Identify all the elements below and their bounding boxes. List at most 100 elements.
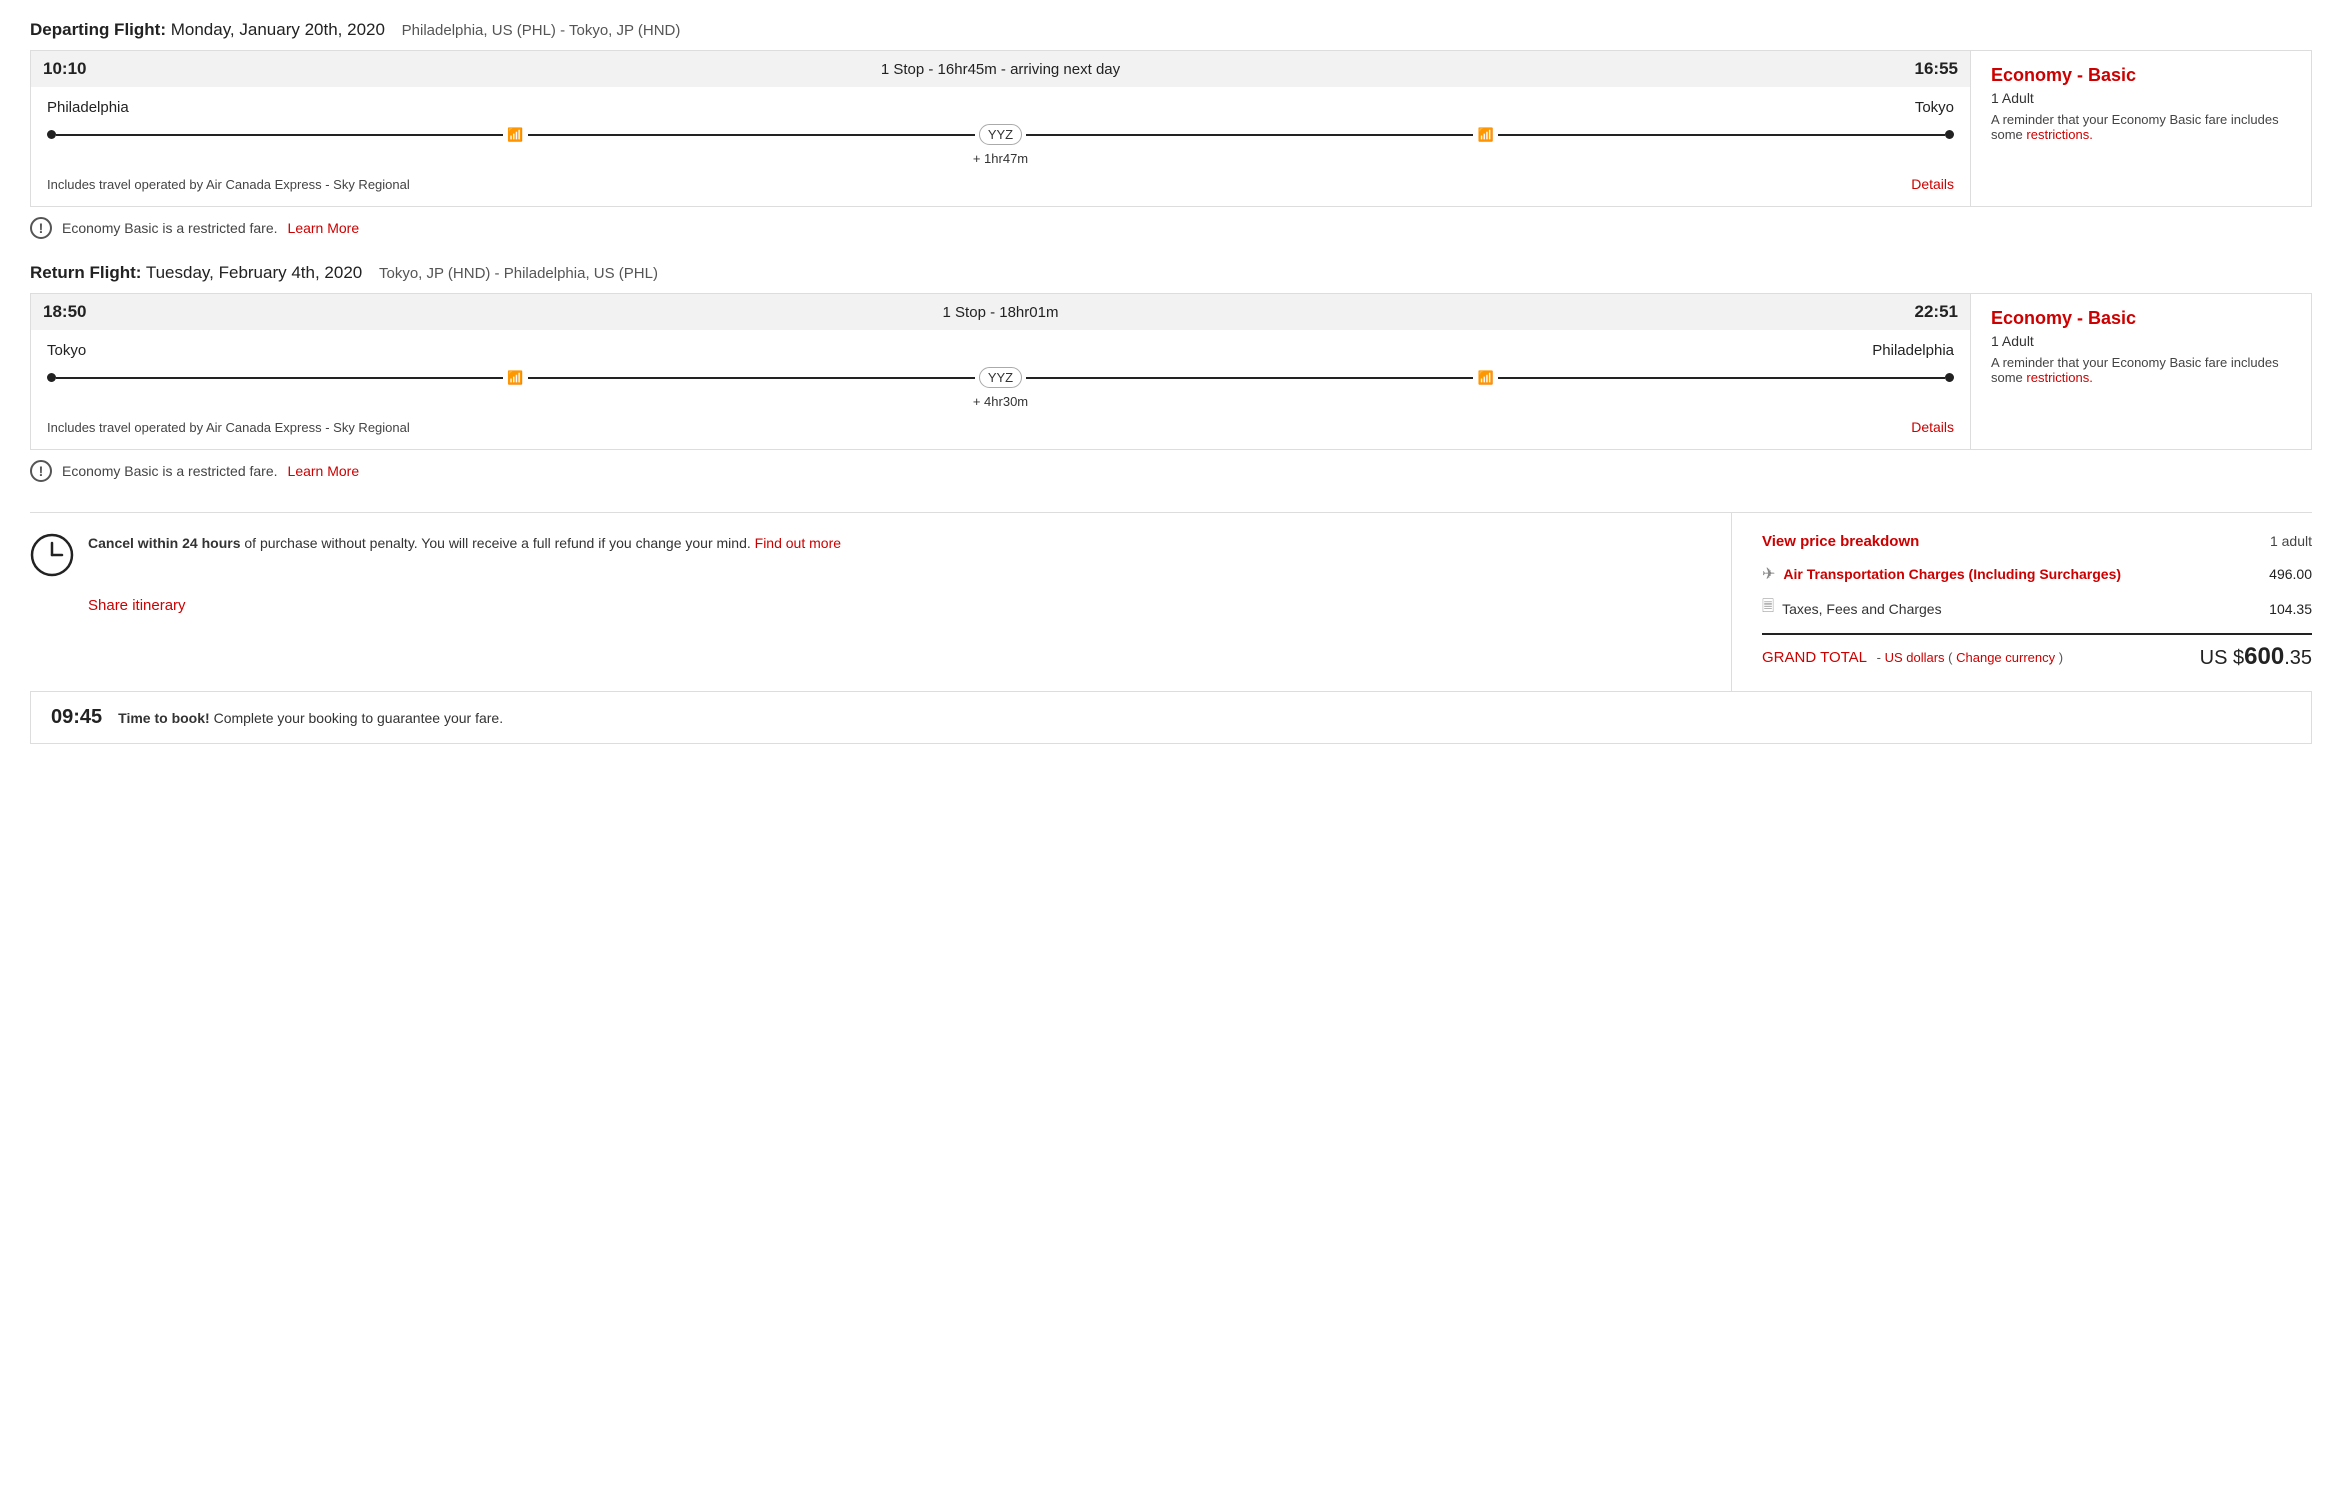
- departing-economy-note: A reminder that your Economy Basic fare …: [1991, 112, 2291, 142]
- return-notice-text: Economy Basic is a restricted fare.: [62, 463, 278, 479]
- return-dest-city: Philadelphia: [1872, 342, 1954, 359]
- clock-icon: [30, 533, 74, 577]
- departing-layover-time: + 1hr47m: [47, 151, 1954, 166]
- departing-footer-row: Includes travel operated by Air Canada E…: [47, 176, 1954, 192]
- return-notice-bar: ! Economy Basic is a restricted fare. Le…: [30, 460, 2312, 482]
- taxes-label: 🗏 Taxes, Fees and Charges: [1762, 596, 1942, 621]
- grand-total-currency: US $: [2200, 647, 2244, 669]
- return-flight-right: Economy - Basic 1 Adult A reminder that …: [1971, 294, 2311, 449]
- grand-total-cents: .35: [2284, 647, 2312, 669]
- return-flight-card: 18:50 1 Stop - 18hr01m 22:51 Tokyo Phila…: [30, 293, 2312, 450]
- return-route: Tokyo, JP (HND) - Philadelphia, US (PHL): [379, 265, 658, 282]
- departing-operated-by: Includes travel operated by Air Canada E…: [47, 177, 410, 192]
- return-notice-icon: !: [30, 460, 52, 482]
- booking-text-body: Complete your booking to guarantee your …: [210, 710, 503, 726]
- return-times-row: 18:50 1 Stop - 18hr01m 22:51: [31, 294, 1970, 330]
- grand-total-dollars: 600: [2244, 643, 2284, 670]
- departing-notice-icon: !: [30, 217, 52, 239]
- return-header: Return Flight: Tuesday, February 4th, 20…: [30, 263, 2312, 283]
- return-flight-line: 📶 YYZ 📶: [47, 367, 1954, 388]
- grand-total-label: GRAND TOTAL - US dollars ( Change curren…: [1762, 649, 2063, 666]
- departing-label: Departing Flight:: [30, 20, 166, 39]
- air-transport-row: ✈ Air Transportation Charges (Including …: [1762, 564, 2312, 584]
- return-footer-row: Includes travel operated by Air Canada E…: [47, 419, 1954, 435]
- air-transport-amount: 496.00: [2269, 566, 2312, 582]
- departing-line-mid-right: [1026, 134, 1473, 136]
- taxes-icon: 🗏: [1762, 596, 1774, 621]
- departing-economy-adult: 1 Adult: [1991, 90, 2291, 106]
- departing-section: Departing Flight: Monday, January 20th, …: [30, 20, 2312, 239]
- currency-label: US dollars: [1885, 650, 1945, 665]
- cancel-policy-body: of purchase without penalty. You will re…: [240, 535, 750, 551]
- departing-layover-badge: YYZ: [979, 124, 1022, 145]
- return-origin-dot: [47, 373, 56, 382]
- departing-wifi-left-icon: 📶: [507, 127, 523, 143]
- price-divider: [1762, 633, 2312, 635]
- return-arrive-time: 22:51: [1915, 302, 1958, 322]
- price-header-row: View price breakdown 1 adult: [1762, 533, 2312, 550]
- departing-flight-card: 10:10 1 Stop - 16hr45m - arriving next d…: [30, 50, 2312, 207]
- return-flight-left: 18:50 1 Stop - 18hr01m 22:51 Tokyo Phila…: [31, 294, 1971, 449]
- booking-text-bold: Time to book!: [118, 710, 210, 726]
- departing-dest-dot: [1945, 130, 1954, 139]
- return-layover-time: + 4hr30m: [47, 394, 1954, 409]
- departing-cities-row: Philadelphia Tokyo: [47, 99, 1954, 116]
- departing-origin-city: Philadelphia: [47, 99, 129, 116]
- departing-arrive-time: 16:55: [1915, 59, 1958, 79]
- bottom-right: View price breakdown 1 adult ✈ Air Trans…: [1732, 513, 2312, 691]
- grand-total-row: GRAND TOTAL - US dollars ( Change curren…: [1762, 643, 2312, 671]
- cancel-policy-bold: Cancel within 24 hours: [88, 535, 240, 551]
- departing-learn-more-link[interactable]: Learn More: [288, 220, 360, 236]
- taxes-text: Taxes, Fees and Charges: [1782, 601, 1942, 617]
- departing-origin-dot: [47, 130, 56, 139]
- departing-route: Philadelphia, US (PHL) - Tokyo, JP (HND): [402, 22, 681, 39]
- return-origin-city: Tokyo: [47, 342, 86, 359]
- grand-total-text: GRAND TOTAL: [1762, 649, 1866, 666]
- cancel-policy: Cancel within 24 hours of purchase witho…: [30, 533, 1711, 577]
- departing-date: Monday, January 20th, 2020: [171, 20, 385, 39]
- return-label: Return Flight:: [30, 263, 141, 282]
- return-line-mid-right: [1026, 377, 1473, 379]
- cancel-policy-text: Cancel within 24 hours of purchase witho…: [88, 533, 841, 554]
- booking-text: Time to book! Complete your booking to g…: [118, 710, 503, 726]
- return-depart-time: 18:50: [43, 302, 86, 322]
- return-wifi-left-icon: 📶: [507, 370, 523, 386]
- return-restrictions-link[interactable]: restrictions.: [2026, 370, 2092, 385]
- return-wifi-right-icon: 📶: [1477, 370, 1493, 386]
- departing-duration: 1 Stop - 16hr45m - arriving next day: [881, 61, 1120, 78]
- return-economy-title: Economy - Basic: [1991, 308, 2291, 329]
- find-out-more-link[interactable]: Find out more: [755, 535, 841, 551]
- booking-timer: 09:45: [51, 706, 102, 729]
- bottom-left: Cancel within 24 hours of purchase witho…: [30, 513, 1732, 691]
- return-date: Tuesday, February 4th, 2020: [146, 263, 362, 282]
- departing-line-mid-left: [528, 134, 975, 136]
- departing-flight-left: 10:10 1 Stop - 16hr45m - arriving next d…: [31, 51, 1971, 206]
- taxes-amount: 104.35: [2269, 601, 2312, 617]
- return-dest-dot: [1945, 373, 1954, 382]
- return-cities-row: Tokyo Philadelphia: [47, 342, 1954, 359]
- change-currency-link[interactable]: Change currency: [1956, 650, 2055, 665]
- departing-times-row: 10:10 1 Stop - 16hr45m - arriving next d…: [31, 51, 1970, 87]
- air-transport-label: ✈ Air Transportation Charges (Including …: [1762, 564, 2121, 584]
- departing-header: Departing Flight: Monday, January 20th, …: [30, 20, 2312, 40]
- departing-notice-text: Economy Basic is a restricted fare.: [62, 220, 278, 236]
- view-price-breakdown-link[interactable]: View price breakdown: [1762, 533, 1919, 550]
- return-line-right: [1498, 377, 1945, 379]
- departing-depart-time: 10:10: [43, 59, 86, 79]
- departing-line-right: [1498, 134, 1945, 136]
- departing-wifi-right-icon: 📶: [1477, 127, 1493, 143]
- departing-flight-line: 📶 YYZ 📶: [47, 124, 1954, 145]
- adult-label: 1 adult: [2270, 533, 2312, 550]
- departing-restrictions-link[interactable]: restrictions.: [2026, 127, 2092, 142]
- airplane-icon: ✈: [1762, 564, 1775, 584]
- return-details-link[interactable]: Details: [1911, 419, 1954, 435]
- return-line-mid-left: [528, 377, 975, 379]
- return-operated-by: Includes travel operated by Air Canada E…: [47, 420, 410, 435]
- share-itinerary-link[interactable]: Share itinerary: [88, 597, 186, 614]
- return-economy-adult: 1 Adult: [1991, 333, 2291, 349]
- departing-economy-title: Economy - Basic: [1991, 65, 2291, 86]
- return-economy-note: A reminder that your Economy Basic fare …: [1991, 355, 2291, 385]
- return-learn-more-link[interactable]: Learn More: [288, 463, 360, 479]
- departing-details-link[interactable]: Details: [1911, 176, 1954, 192]
- grand-total-price: US $600.35: [2200, 643, 2312, 671]
